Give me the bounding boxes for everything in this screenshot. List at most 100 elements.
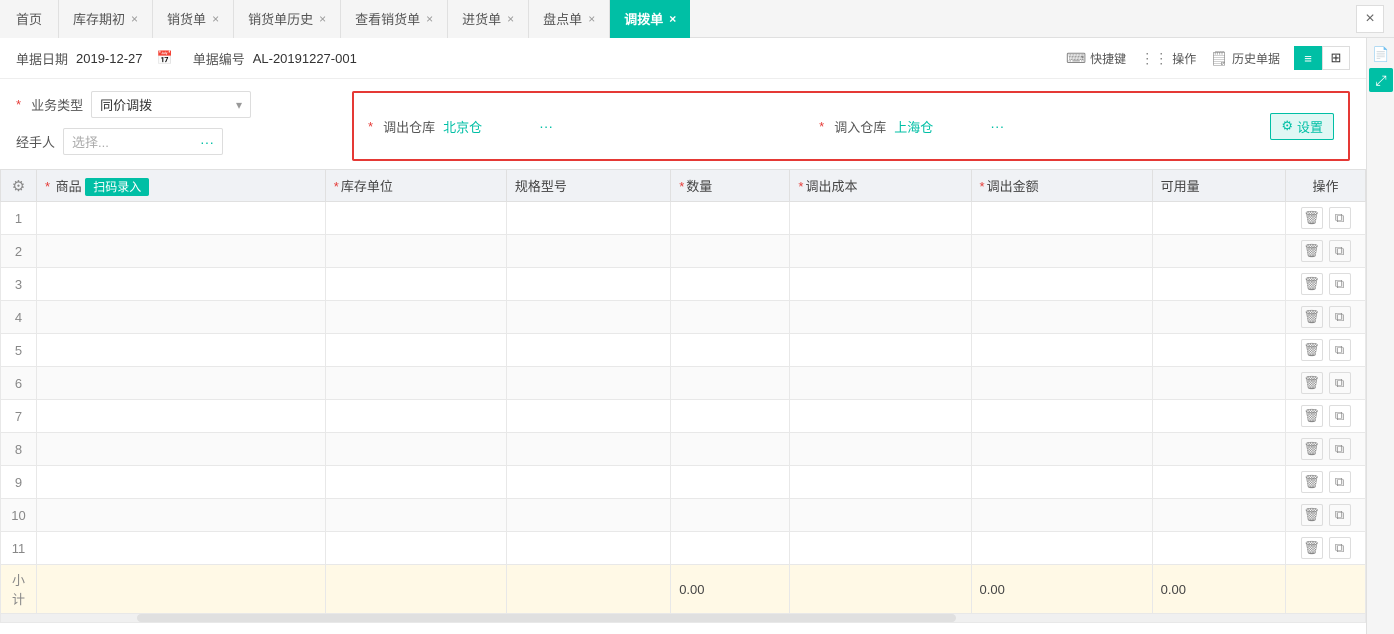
row-cost-11[interactable] bbox=[790, 532, 971, 565]
tab-inventory-init-close[interactable]: × bbox=[131, 12, 138, 26]
tab-view-sales[interactable]: 查看销货单 × bbox=[341, 0, 448, 38]
row-available-8[interactable] bbox=[1152, 433, 1285, 466]
row-product-2[interactable] bbox=[37, 235, 326, 268]
row-product-11[interactable] bbox=[37, 532, 326, 565]
history-button[interactable]: 🗒 历史单据 bbox=[1210, 50, 1280, 67]
copy-row-11-icon[interactable]: ⧉ bbox=[1329, 537, 1351, 559]
row-spec-11[interactable] bbox=[506, 532, 670, 565]
row-product-7[interactable] bbox=[37, 400, 326, 433]
row-unit-10[interactable] bbox=[325, 499, 506, 532]
copy-row-1-icon[interactable]: ⧉ bbox=[1329, 207, 1351, 229]
row-spec-2[interactable] bbox=[506, 235, 670, 268]
row-qty-9[interactable] bbox=[671, 466, 790, 499]
row-product-8[interactable] bbox=[37, 433, 326, 466]
row-spec-10[interactable] bbox=[506, 499, 670, 532]
row-spec-1[interactable] bbox=[506, 202, 670, 235]
delete-row-7-icon[interactable]: 🗑 bbox=[1301, 405, 1323, 427]
window-close-button[interactable]: × bbox=[1356, 5, 1384, 33]
row-cost-7[interactable] bbox=[790, 400, 971, 433]
delete-row-8-icon[interactable]: 🗑 bbox=[1301, 438, 1323, 460]
grid-view-button[interactable]: ⊞ bbox=[1322, 46, 1350, 70]
copy-row-4-icon[interactable]: ⧉ bbox=[1329, 306, 1351, 328]
business-type-select[interactable]: 同价调拨 ▾ bbox=[91, 91, 251, 118]
row-amount-11[interactable] bbox=[971, 532, 1152, 565]
row-cost-1[interactable] bbox=[790, 202, 971, 235]
row-amount-10[interactable] bbox=[971, 499, 1152, 532]
panel-expand-icon[interactable]: ⤢ bbox=[1369, 68, 1393, 92]
contact-more-icon[interactable]: ··· bbox=[200, 134, 214, 150]
row-available-7[interactable] bbox=[1152, 400, 1285, 433]
row-qty-10[interactable] bbox=[671, 499, 790, 532]
settings-button[interactable]: ⚙ 设置 bbox=[1270, 113, 1334, 140]
row-spec-9[interactable] bbox=[506, 466, 670, 499]
row-available-11[interactable] bbox=[1152, 532, 1285, 565]
row-cost-9[interactable] bbox=[790, 466, 971, 499]
row-available-10[interactable] bbox=[1152, 499, 1285, 532]
row-amount-3[interactable] bbox=[971, 268, 1152, 301]
row-cost-6[interactable] bbox=[790, 367, 971, 400]
tab-sales-history-close[interactable]: × bbox=[319, 12, 326, 26]
row-amount-9[interactable] bbox=[971, 466, 1152, 499]
row-qty-11[interactable] bbox=[671, 532, 790, 565]
row-qty-4[interactable] bbox=[671, 301, 790, 334]
row-unit-2[interactable] bbox=[325, 235, 506, 268]
tab-sales-order[interactable]: 销货单 × bbox=[153, 0, 234, 38]
row-qty-2[interactable] bbox=[671, 235, 790, 268]
delete-row-11-icon[interactable]: 🗑 bbox=[1301, 537, 1323, 559]
row-available-6[interactable] bbox=[1152, 367, 1285, 400]
copy-row-6-icon[interactable]: ⧉ bbox=[1329, 372, 1351, 394]
delete-row-5-icon[interactable]: 🗑 bbox=[1301, 339, 1323, 361]
row-cost-2[interactable] bbox=[790, 235, 971, 268]
row-spec-3[interactable] bbox=[506, 268, 670, 301]
row-amount-8[interactable] bbox=[971, 433, 1152, 466]
copy-row-9-icon[interactable]: ⧉ bbox=[1329, 471, 1351, 493]
row-spec-8[interactable] bbox=[506, 433, 670, 466]
tab-purchase-close[interactable]: × bbox=[507, 12, 514, 26]
date-value[interactable]: 2019-12-27 bbox=[76, 51, 143, 66]
list-view-button[interactable]: ≡ bbox=[1294, 46, 1322, 70]
row-amount-5[interactable] bbox=[971, 334, 1152, 367]
row-unit-1[interactable] bbox=[325, 202, 506, 235]
row-amount-2[interactable] bbox=[971, 235, 1152, 268]
row-spec-6[interactable] bbox=[506, 367, 670, 400]
panel-doc-icon[interactable]: 📄 bbox=[1369, 42, 1393, 66]
tab-purchase[interactable]: 进货单 × bbox=[448, 0, 529, 38]
column-settings-icon[interactable]: ⚙ bbox=[12, 178, 25, 195]
row-qty-3[interactable] bbox=[671, 268, 790, 301]
row-qty-6[interactable] bbox=[671, 367, 790, 400]
row-amount-4[interactable] bbox=[971, 301, 1152, 334]
row-product-3[interactable] bbox=[37, 268, 326, 301]
row-cost-10[interactable] bbox=[790, 499, 971, 532]
row-available-1[interactable] bbox=[1152, 202, 1285, 235]
tab-inventory-init[interactable]: 库存期初 × bbox=[59, 0, 153, 38]
tab-transfer[interactable]: 调拨单 × bbox=[610, 0, 690, 38]
calendar-icon[interactable]: 📅 bbox=[157, 50, 173, 66]
row-unit-4[interactable] bbox=[325, 301, 506, 334]
action-button[interactable]: ⋮⋮ 操作 bbox=[1140, 50, 1196, 67]
tab-view-sales-close[interactable]: × bbox=[426, 12, 433, 26]
row-cost-8[interactable] bbox=[790, 433, 971, 466]
tab-sales-order-close[interactable]: × bbox=[212, 12, 219, 26]
tab-sales-history[interactable]: 销货单历史 × bbox=[234, 0, 341, 38]
row-unit-7[interactable] bbox=[325, 400, 506, 433]
in-warehouse-value[interactable]: 上海仓 bbox=[894, 117, 974, 136]
row-product-1[interactable] bbox=[37, 202, 326, 235]
delete-row-3-icon[interactable]: 🗑 bbox=[1301, 273, 1323, 295]
scan-button[interactable]: 扫码录入 bbox=[85, 178, 149, 196]
copy-row-3-icon[interactable]: ⧉ bbox=[1329, 273, 1351, 295]
row-unit-9[interactable] bbox=[325, 466, 506, 499]
out-warehouse-more-icon[interactable]: ··· bbox=[539, 118, 553, 134]
row-product-5[interactable] bbox=[37, 334, 326, 367]
shortcut-button[interactable]: ⌨ 快捷键 bbox=[1066, 50, 1126, 67]
row-qty-1[interactable] bbox=[671, 202, 790, 235]
row-cost-3[interactable] bbox=[790, 268, 971, 301]
row-amount-1[interactable] bbox=[971, 202, 1152, 235]
row-amount-7[interactable] bbox=[971, 400, 1152, 433]
row-cost-4[interactable] bbox=[790, 301, 971, 334]
copy-row-5-icon[interactable]: ⧉ bbox=[1329, 339, 1351, 361]
row-unit-8[interactable] bbox=[325, 433, 506, 466]
row-qty-7[interactable] bbox=[671, 400, 790, 433]
copy-row-2-icon[interactable]: ⧉ bbox=[1329, 240, 1351, 262]
row-available-5[interactable] bbox=[1152, 334, 1285, 367]
out-warehouse-value[interactable]: 北京仓 bbox=[443, 117, 523, 136]
